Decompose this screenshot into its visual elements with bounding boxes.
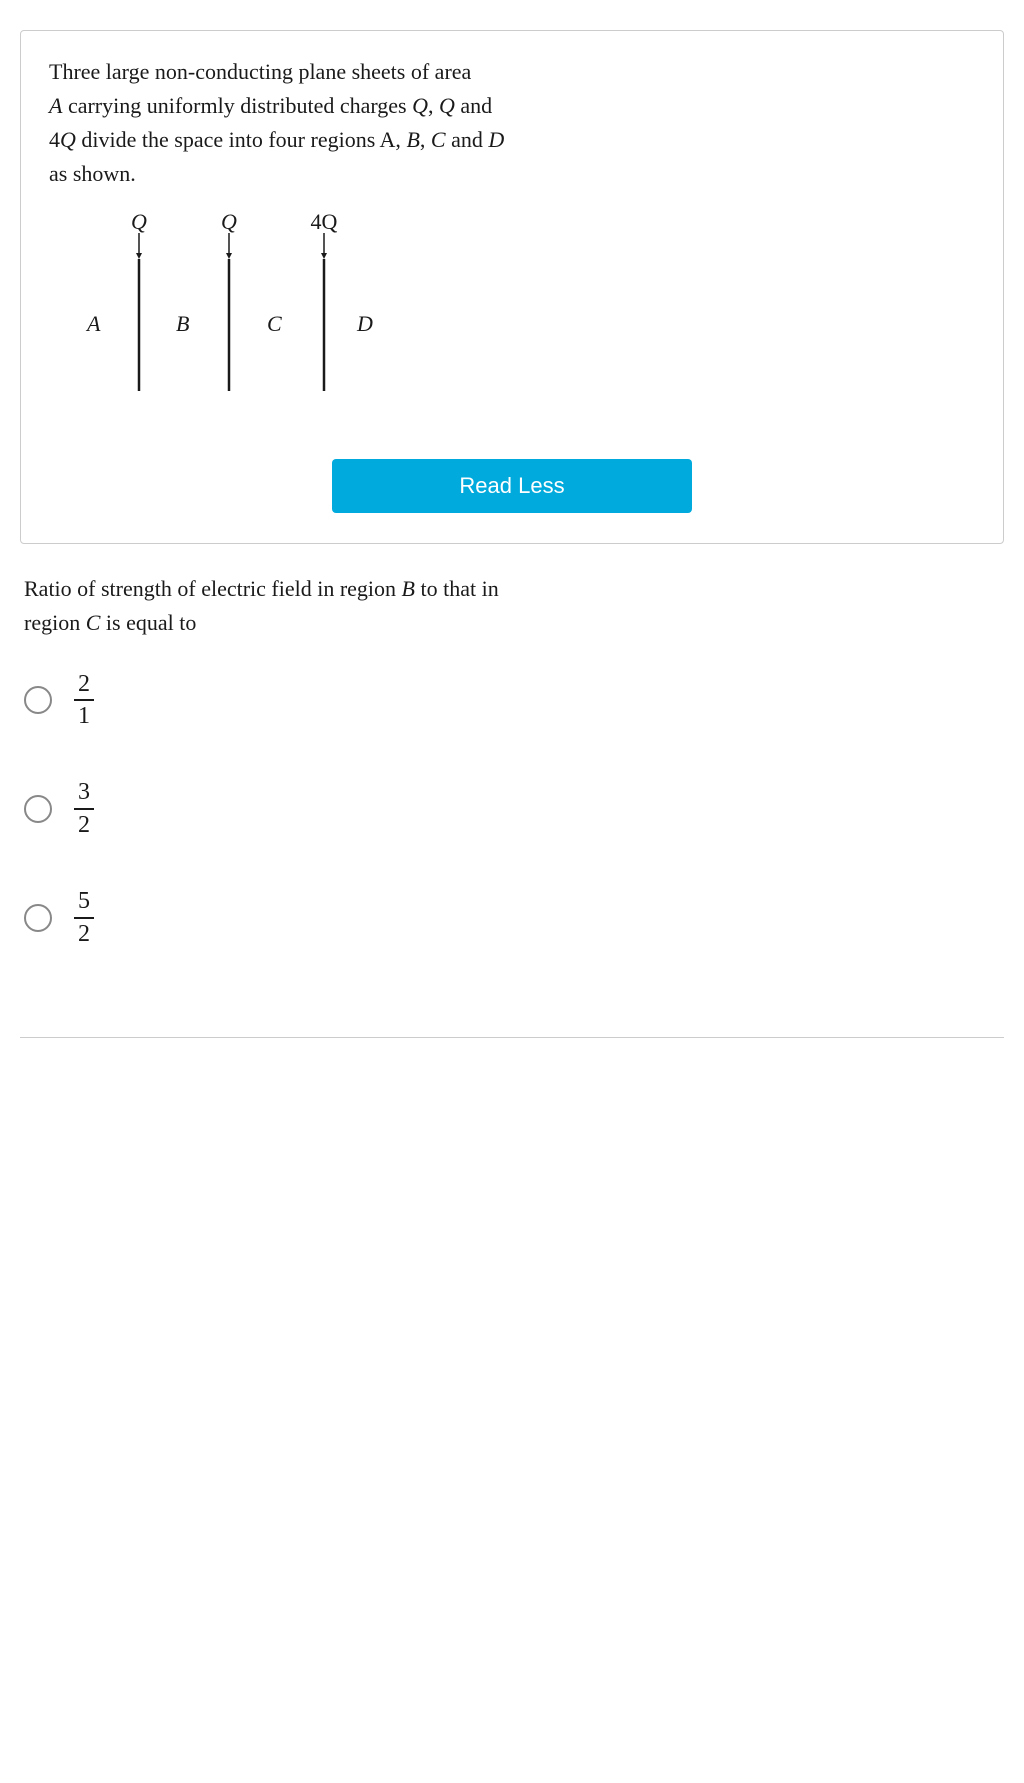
page-container: Three large non-conducting plane sheets … [0, 30, 1024, 1783]
option-2[interactable]: 3 2 [24, 779, 1000, 838]
read-less-button[interactable]: Read Less [332, 459, 692, 513]
svg-text:D: D [356, 311, 373, 336]
fraction-3-over-2: 3 2 [74, 779, 94, 838]
radio-option-2[interactable] [24, 795, 52, 823]
options-area: 2 1 3 2 5 2 [0, 641, 1024, 1037]
svg-text:Q: Q [221, 209, 237, 234]
radio-option-3[interactable] [24, 904, 52, 932]
diagram-svg: Q Q 4Q A B [49, 201, 409, 431]
svg-text:Q: Q [131, 209, 147, 234]
option-3[interactable]: 5 2 [24, 888, 1000, 947]
svg-text:4Q: 4Q [311, 209, 338, 234]
fraction-2-over-1: 2 1 [74, 671, 94, 730]
svg-text:C: C [267, 311, 282, 336]
radio-option-1[interactable] [24, 686, 52, 714]
bottom-border [20, 1037, 1004, 1038]
svg-text:B: B [176, 311, 189, 336]
main-question-text: Ratio of strength of electric field in r… [0, 544, 1024, 640]
question-card: Three large non-conducting plane sheets … [20, 30, 1004, 544]
fraction-5-over-2: 5 2 [74, 888, 94, 947]
question-text: Three large non-conducting plane sheets … [49, 55, 975, 191]
option-1[interactable]: 2 1 [24, 671, 1000, 730]
svg-text:A: A [85, 311, 101, 336]
